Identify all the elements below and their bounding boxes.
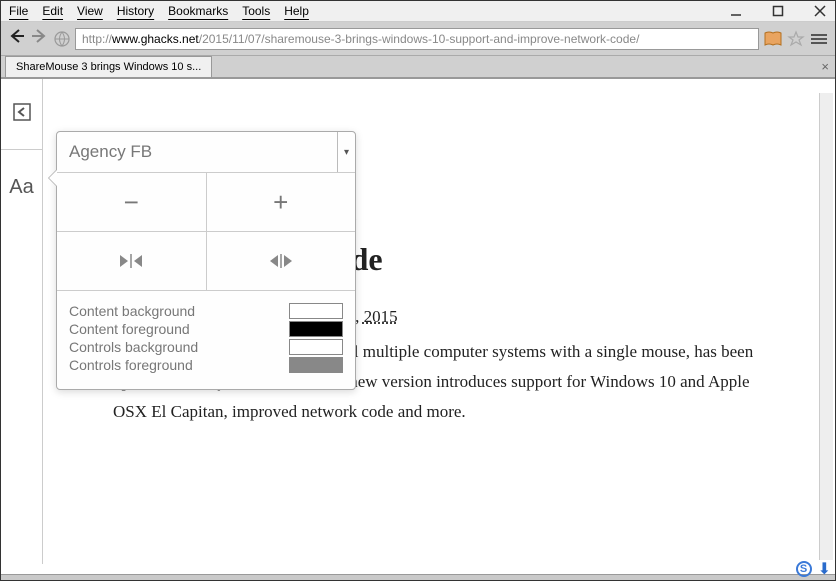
content-fg-swatch[interactable] [289,321,343,337]
controls-fg-label: Controls foreground [69,357,289,373]
controls-bg-swatch[interactable] [289,339,343,355]
menu-bookmarks[interactable]: Bookmarks [168,4,228,18]
reader-mode-icon[interactable] [763,31,783,47]
maximize-button[interactable] [771,4,785,21]
status-bar [1,574,835,580]
menu-history[interactable]: History [117,4,154,18]
tab-bar: ShareMouse 3 brings Windows 10 s... × [1,56,835,79]
url-text: http://www.ghacks.net/2015/11/07/sharemo… [82,32,752,46]
back-button[interactable] [7,26,27,51]
reader-sidebar: Aa [1,79,43,564]
dropdown-icon[interactable]: ▾ [337,132,355,172]
vertical-scrollbar[interactable] [819,93,833,560]
status-indicator-icon[interactable]: S [796,561,812,577]
tab-active[interactable]: ShareMouse 3 brings Windows 10 s... [5,56,212,77]
width-wide-button[interactable] [207,232,356,290]
url-bar[interactable]: http://www.ghacks.net/2015/11/07/sharemo… [75,28,759,50]
font-increase-button[interactable]: + [207,173,356,231]
bookmark-star-icon[interactable] [787,30,805,48]
navigation-toolbar: http://www.ghacks.net/2015/11/07/sharemo… [1,22,835,56]
tab-close-icon[interactable]: × [821,59,829,74]
controls-fg-swatch[interactable] [289,357,343,373]
menu-bar: File Edit View History Bookmarks Tools H… [1,1,835,22]
reader-exit-icon[interactable] [6,93,38,131]
font-family-select[interactable]: Agency FB [57,132,337,172]
site-identity-icon[interactable] [53,30,71,48]
font-settings-popup: Agency FB ▾ − + Content background Conte… [56,131,356,390]
menu-file[interactable]: File [9,4,28,18]
close-button[interactable] [813,4,827,21]
width-narrow-button[interactable] [57,232,207,290]
forward-button[interactable] [29,26,49,51]
content-bg-label: Content background [69,303,289,319]
reader-font-button[interactable]: Aa [6,168,38,206]
content-bg-swatch[interactable] [289,303,343,319]
content-fg-label: Content foreground [69,321,289,337]
menu-tools[interactable]: Tools [242,4,270,18]
download-indicator-icon[interactable]: ⬇ [818,559,831,579]
menu-help[interactable]: Help [284,4,309,18]
font-decrease-button[interactable]: − [57,173,207,231]
controls-bg-label: Controls background [69,339,289,355]
menu-hamburger-icon[interactable] [809,32,829,46]
menu-edit[interactable]: Edit [42,4,63,18]
minimize-button[interactable] [729,4,743,21]
menu-view[interactable]: View [77,4,103,18]
